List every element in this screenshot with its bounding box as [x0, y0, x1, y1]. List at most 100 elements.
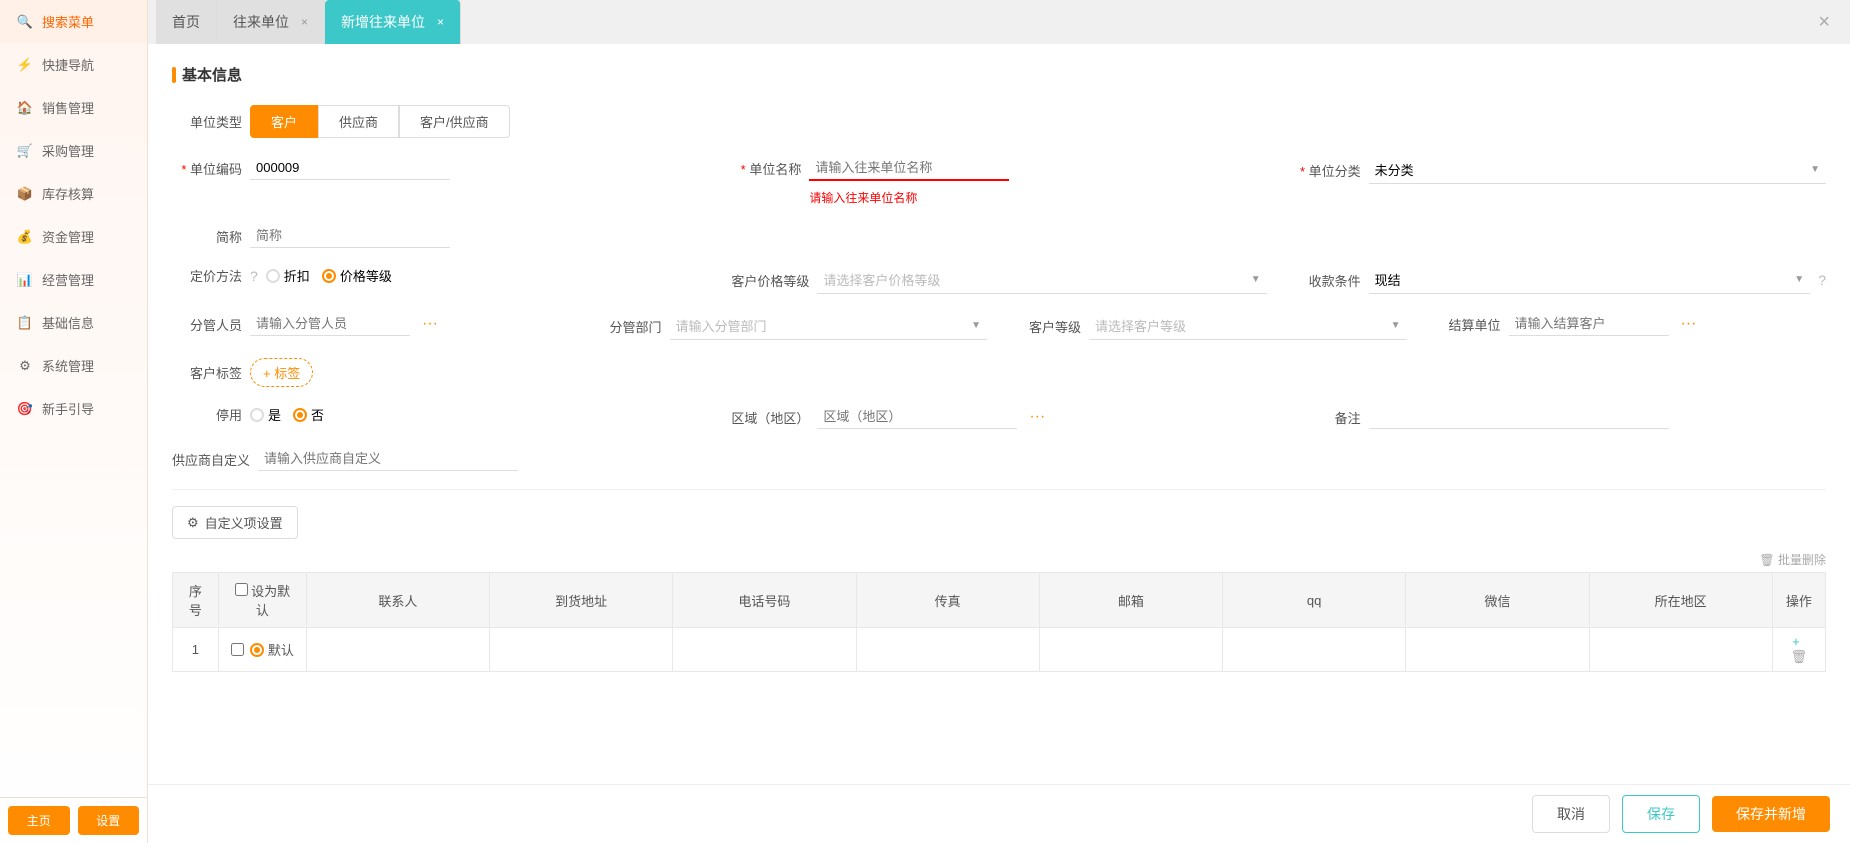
unit-type-customer-btn[interactable]: 客户	[250, 105, 318, 138]
select-all-checkbox[interactable]	[235, 583, 248, 596]
manager-more-btn[interactable]: ···	[418, 315, 442, 333]
sidebar-item-operations[interactable]: 📊 经营管理	[0, 258, 147, 301]
disable-no-radio[interactable]: 否	[293, 405, 324, 424]
pricing-grade-circle	[322, 269, 336, 283]
department-field: 分管部门 请输入分管部门 ▼	[592, 312, 988, 340]
pricing-discount-circle	[266, 269, 280, 283]
payment-terms-help-icon[interactable]: ?	[1818, 272, 1826, 288]
disable-yes-radio[interactable]: 是	[250, 405, 281, 424]
cell-action: + 🗑	[1772, 628, 1825, 672]
code-name-category-row: 单位编码 单位名称 请输入往来单位名称 单位分类 未分类 ▼	[172, 156, 1826, 206]
region-more-btn[interactable]: ···	[1025, 408, 1049, 426]
row-checkbox[interactable]	[231, 643, 244, 656]
section-header: 基本信息	[172, 64, 1826, 85]
payment-terms-select[interactable]: 现结 ▼	[1369, 266, 1811, 294]
phone-input[interactable]	[683, 642, 845, 657]
cancel-button[interactable]: 取消	[1532, 795, 1610, 833]
home-icon: 🏠	[16, 99, 34, 117]
sidebar-item-basic-info[interactable]: 📋 基础信息	[0, 301, 147, 344]
pricing-grade-radio[interactable]: 价格等级	[322, 266, 392, 285]
settlement-unit-field: 结算单位 ···	[1431, 312, 1827, 336]
wechat-input[interactable]	[1416, 642, 1578, 657]
address-input[interactable]	[500, 642, 662, 657]
region-field: 区域（地区） ···	[731, 405, 1266, 429]
cell-region[interactable]	[1589, 628, 1772, 672]
disable-region-row: 停用 是 否 区域（地区） ··· 备注	[172, 405, 1826, 429]
cell-phone[interactable]	[673, 628, 856, 672]
tab-counterparts[interactable]: 往来单位 ×	[217, 0, 325, 44]
save-button[interactable]: 保存	[1622, 795, 1700, 833]
payment-terms-arrow: ▼	[1794, 274, 1804, 285]
unit-category-field: 单位分类 未分类 ▼	[1291, 156, 1826, 184]
unit-type-both-btn[interactable]: 客户/供应商	[399, 105, 510, 138]
remark-field: 备注	[1291, 405, 1826, 429]
qq-input[interactable]	[1233, 642, 1395, 657]
settlement-unit-label: 结算单位	[1431, 315, 1501, 334]
table-region-input[interactable]	[1600, 642, 1762, 657]
default-radio-item[interactable]: 默认	[250, 640, 294, 659]
unit-code-field: 单位编码	[172, 156, 707, 180]
disable-radio-group: 是 否	[250, 405, 324, 424]
cell-address[interactable]	[490, 628, 673, 672]
cell-qq[interactable]	[1222, 628, 1405, 672]
sidebar-item-purchase[interactable]: 🛒 采购管理	[0, 129, 147, 172]
unit-type-group: 客户 供应商 客户/供应商	[250, 105, 510, 138]
sidebar-item-sales[interactable]: 🏠 销售管理	[0, 86, 147, 129]
sidebar-home-btn[interactable]: 主页	[8, 806, 70, 835]
unit-code-input[interactable]	[250, 156, 450, 180]
payment-terms-field: 收款条件 现结 ▼ ?	[1291, 266, 1826, 294]
window-close-btn[interactable]: ×	[1806, 11, 1842, 34]
cell-contact[interactable]	[306, 628, 489, 672]
supplier-custom-input[interactable]	[258, 447, 518, 471]
sidebar-item-search[interactable]: 🔍 搜索菜单	[0, 0, 147, 43]
manager-input[interactable]	[250, 312, 410, 336]
col-contact: 联系人	[306, 573, 489, 628]
footer: 取消 保存 保存并新增	[148, 784, 1850, 843]
sidebar: 🔍 搜索菜单 ⚡ 快捷导航 🏠 销售管理 🛒 采购管理 📦 库存核算 💰 资金管…	[0, 0, 148, 843]
fax-input[interactable]	[867, 642, 1029, 657]
tab-home[interactable]: 首页	[156, 0, 217, 44]
unit-category-select[interactable]: 未分类 ▼	[1369, 156, 1826, 184]
pricing-discount-radio[interactable]: 折扣	[266, 266, 310, 285]
unit-type-supplier-btn[interactable]: 供应商	[318, 105, 399, 138]
tab-new-counterpart-close[interactable]: ×	[437, 15, 444, 29]
delete-row-btn[interactable]: 🗑	[1791, 649, 1808, 664]
batch-delete-btn[interactable]: 🗑 批量删除	[172, 551, 1826, 568]
sidebar-item-system[interactable]: ⚙ 系统管理	[0, 344, 147, 387]
add-tag-btn[interactable]: + 标签	[250, 358, 313, 387]
custom-settings-btn[interactable]: ⚙ 自定义项设置	[172, 506, 298, 539]
tab-new-counterpart[interactable]: 新增往来单位 ×	[325, 0, 461, 44]
sidebar-item-quick-nav[interactable]: ⚡ 快捷导航	[0, 43, 147, 86]
add-row-btn[interactable]: +	[1792, 634, 1800, 649]
unit-name-label: 单位名称	[731, 159, 801, 178]
region-input[interactable]	[817, 405, 1017, 429]
unit-type-label: 单位类型	[172, 112, 242, 131]
short-name-field: 简称	[172, 224, 1826, 248]
money-icon: 💰	[16, 228, 34, 246]
col-wechat: 微信	[1406, 573, 1589, 628]
sidebar-item-guide[interactable]: 🎯 新手引导	[0, 387, 147, 430]
content-area: 基本信息 单位类型 客户 供应商 客户/供应商 单位编码 单位名称	[148, 44, 1850, 784]
tab-counterparts-close[interactable]: ×	[301, 15, 308, 29]
sidebar-bottom: 主页 设置	[0, 797, 147, 843]
cell-wechat[interactable]	[1406, 628, 1589, 672]
settlement-more-btn[interactable]: ···	[1677, 315, 1701, 333]
sidebar-settings-btn[interactable]: 设置	[78, 806, 140, 835]
settlement-unit-input[interactable]	[1509, 312, 1669, 336]
cell-email[interactable]	[1039, 628, 1222, 672]
pricing-radio-group: 折扣 价格等级	[266, 266, 392, 285]
sidebar-item-finance[interactable]: 💰 资金管理	[0, 215, 147, 258]
customer-price-level-select[interactable]: 请选择客户价格等级 ▼	[817, 266, 1266, 294]
pricing-help-icon[interactable]: ?	[250, 268, 258, 284]
short-name-input[interactable]	[250, 224, 450, 248]
email-input[interactable]	[1050, 642, 1212, 657]
unit-name-input[interactable]	[809, 156, 1009, 181]
contact-input[interactable]	[317, 642, 479, 657]
remark-input[interactable]	[1369, 405, 1669, 429]
department-select[interactable]: 请输入分管部门 ▼	[670, 312, 988, 340]
sidebar-item-inventory[interactable]: 📦 库存核算	[0, 172, 147, 215]
customer-level-select[interactable]: 请选择客户等级 ▼	[1089, 312, 1407, 340]
save-new-button[interactable]: 保存并新增	[1712, 796, 1830, 832]
cell-fax[interactable]	[856, 628, 1039, 672]
default-circle	[250, 643, 264, 657]
